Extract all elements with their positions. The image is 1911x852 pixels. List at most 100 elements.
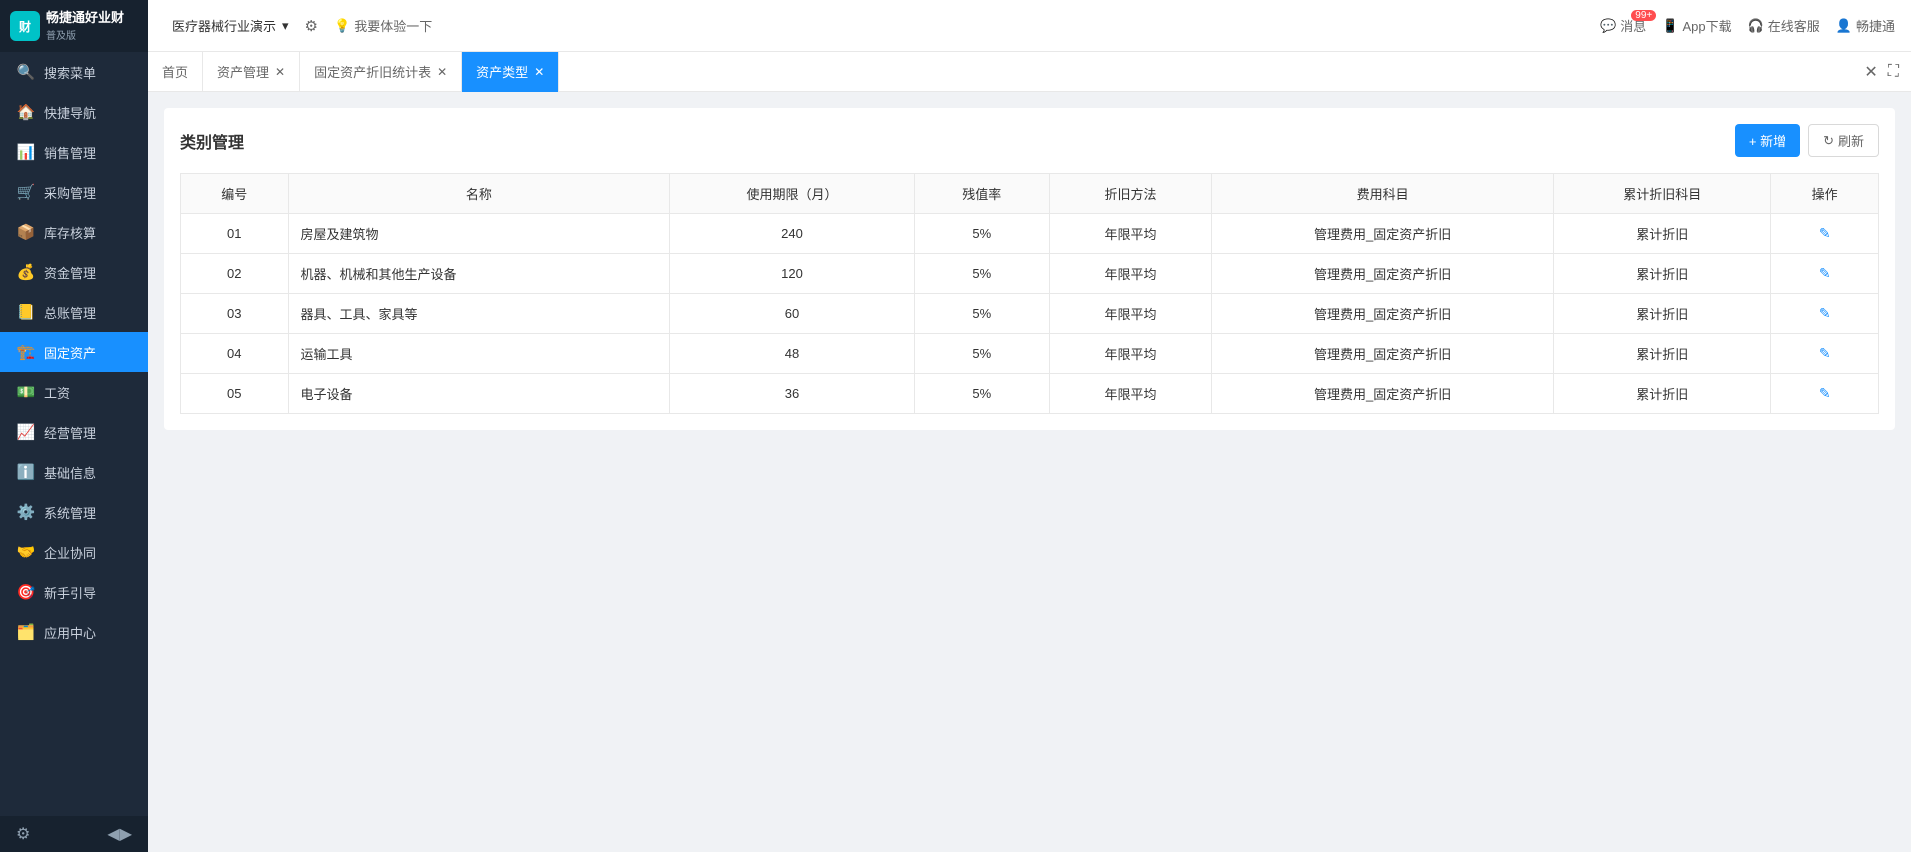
maximize-window-icon[interactable]: ⛶ bbox=[1888, 63, 1899, 81]
sidebar-item-ledger[interactable]: 📒 总账管理 bbox=[0, 292, 148, 332]
sidebar-item-guide[interactable]: 🎯 新手引导 bbox=[0, 572, 148, 612]
message-action[interactable]: 💬 消息 99+ bbox=[1600, 16, 1646, 35]
experience-label: 我要体验一下 bbox=[354, 16, 432, 35]
sidebar-item-quick-nav[interactable]: 🏠 快捷导航 bbox=[0, 92, 148, 132]
close-window-icon[interactable]: ✕ bbox=[1864, 62, 1877, 82]
refresh-button[interactable]: ↻ 刷新 bbox=[1808, 124, 1879, 157]
sidebar-label-capital: 资金管理 bbox=[44, 263, 96, 282]
col-header: 操作 bbox=[1771, 174, 1879, 214]
app-download-icon: 📱 bbox=[1662, 18, 1678, 34]
data-cell: 60 bbox=[670, 294, 915, 334]
data-cell: 120 bbox=[670, 254, 915, 294]
sidebar-item-purchase[interactable]: 🛒 采购管理 bbox=[0, 172, 148, 212]
app-download-action[interactable]: 📱 App下载 bbox=[1662, 16, 1731, 35]
data-cell: 管理费用_固定资产折旧 bbox=[1212, 214, 1554, 254]
sidebar-item-capital[interactable]: 💰 资金管理 bbox=[0, 252, 148, 292]
edit-icon[interactable]: ✎ bbox=[1819, 225, 1831, 241]
col-header: 名称 bbox=[288, 174, 670, 214]
id-cell: 05 bbox=[181, 374, 289, 414]
sidebar-item-basic-info[interactable]: ℹ️ 基础信息 bbox=[0, 452, 148, 492]
edit-cell[interactable]: ✎ bbox=[1771, 334, 1879, 374]
edit-cell[interactable]: ✎ bbox=[1771, 214, 1879, 254]
data-cell: 5% bbox=[914, 374, 1049, 414]
tab-depreciation[interactable]: 固定资产折旧统计表 ✕ bbox=[300, 52, 462, 92]
edit-icon[interactable]: ✎ bbox=[1819, 305, 1831, 321]
tab-close-asset-type[interactable]: ✕ bbox=[534, 65, 544, 79]
sidebar-icon-search: 🔍 bbox=[16, 62, 36, 82]
col-header: 累计折旧科目 bbox=[1554, 174, 1771, 214]
header-row: 编号名称使用期限（月）残值率折旧方法费用科目累计折旧科目操作 bbox=[181, 174, 1879, 214]
edit-cell[interactable]: ✎ bbox=[1771, 374, 1879, 414]
name-cell: 机器、机械和其他生产设备 bbox=[288, 254, 670, 294]
sidebar-icon-purchase: 🛒 bbox=[16, 182, 36, 202]
sidebar-icon-apps: 🗂️ bbox=[16, 622, 36, 642]
sidebar-item-operations[interactable]: 📈 经营管理 bbox=[0, 412, 148, 452]
col-header: 费用科目 bbox=[1212, 174, 1554, 214]
sidebar-label-operations: 经营管理 bbox=[44, 423, 96, 442]
edit-cell[interactable]: ✎ bbox=[1771, 294, 1879, 334]
data-cell: 5% bbox=[914, 214, 1049, 254]
app-selector-label: 医疗器械行业演示 bbox=[172, 16, 276, 35]
sidebar-bottom: ⚙ ◀▶ bbox=[0, 816, 148, 852]
table-row: 03器具、工具、家具等605%年限平均管理费用_固定资产折旧累计折旧✎ bbox=[181, 294, 1879, 334]
sidebar-item-system[interactable]: ⚙️ 系统管理 bbox=[0, 492, 148, 532]
data-cell: 管理费用_固定资产折旧 bbox=[1212, 294, 1554, 334]
sidebar-icon-ledger: 📒 bbox=[16, 302, 36, 322]
sidebar-icon-capital: 💰 bbox=[16, 262, 36, 282]
sidebar-item-inventory[interactable]: 📦 库存核算 bbox=[0, 212, 148, 252]
header-settings-icon[interactable]: ⚙ bbox=[305, 17, 318, 35]
data-cell: 累计折旧 bbox=[1554, 374, 1771, 414]
app-selector-chevron: ▾ bbox=[282, 18, 289, 34]
page-actions: + 新增 ↻ 刷新 bbox=[1735, 124, 1879, 157]
sidebar-icon-fixed-assets: 🏗️ bbox=[16, 342, 36, 362]
tab-label-asset-mgmt: 资产管理 bbox=[217, 62, 269, 81]
user-avatar[interactable]: 👤 畅捷通 bbox=[1836, 16, 1895, 35]
table-row: 05电子设备365%年限平均管理费用_固定资产折旧累计折旧✎ bbox=[181, 374, 1879, 414]
edit-icon[interactable]: ✎ bbox=[1819, 385, 1831, 401]
user-icon: 👤 bbox=[1836, 18, 1852, 34]
sidebar-label-basic-info: 基础信息 bbox=[44, 463, 96, 482]
sidebar-icon-basic-info: ℹ️ bbox=[16, 462, 36, 482]
sidebar-item-enterprise[interactable]: 🤝 企业协同 bbox=[0, 532, 148, 572]
logo-icon: 财 bbox=[10, 11, 40, 41]
data-table: 编号名称使用期限（月）残值率折旧方法费用科目累计折旧科目操作 01房屋及建筑物2… bbox=[180, 173, 1879, 414]
data-cell: 年限平均 bbox=[1049, 214, 1211, 254]
settings-bottom-icon[interactable]: ⚙ bbox=[16, 824, 30, 844]
tab-close-depreciation[interactable]: ✕ bbox=[437, 65, 447, 79]
logo-sub: 普及版 bbox=[46, 27, 124, 42]
data-cell: 年限平均 bbox=[1049, 334, 1211, 374]
sidebar-label-sales: 销售管理 bbox=[44, 143, 96, 162]
sidebar-icon-salary: 💵 bbox=[16, 382, 36, 402]
page-header: 类别管理 + 新增 ↻ 刷新 bbox=[180, 124, 1879, 157]
page-card: 类别管理 + 新增 ↻ 刷新 编号名称使用期限（月）残值率折旧方法费用科目累计折… bbox=[164, 108, 1895, 430]
table-body: 01房屋及建筑物2405%年限平均管理费用_固定资产折旧累计折旧✎02机器、机械… bbox=[181, 214, 1879, 414]
name-cell: 电子设备 bbox=[288, 374, 670, 414]
sidebar-item-salary[interactable]: 💵 工资 bbox=[0, 372, 148, 412]
collapse-icon[interactable]: ◀▶ bbox=[107, 824, 132, 844]
edit-cell[interactable]: ✎ bbox=[1771, 254, 1879, 294]
sidebar-item-apps[interactable]: 🗂️ 应用中心 bbox=[0, 612, 148, 652]
customer-service-action[interactable]: 🎧 在线客服 bbox=[1748, 16, 1820, 35]
new-button[interactable]: + 新增 bbox=[1735, 124, 1800, 157]
refresh-label: 刷新 bbox=[1838, 131, 1864, 150]
data-cell: 36 bbox=[670, 374, 915, 414]
page-title: 类别管理 bbox=[180, 129, 244, 153]
sidebar-label-enterprise: 企业协同 bbox=[44, 543, 96, 562]
experience-btn[interactable]: 💡 我要体验一下 bbox=[326, 12, 440, 39]
col-header: 编号 bbox=[181, 174, 289, 214]
tab-home[interactable]: 首页 bbox=[148, 52, 203, 92]
tab-label-depreciation: 固定资产折旧统计表 bbox=[314, 62, 431, 81]
tab-asset-type[interactable]: 资产类型✕ bbox=[462, 52, 559, 92]
sidebar-item-search[interactable]: 🔍 搜索菜单 bbox=[0, 52, 148, 92]
edit-icon[interactable]: ✎ bbox=[1819, 345, 1831, 361]
tab-asset-mgmt[interactable]: 资产管理 ✕ bbox=[203, 52, 300, 92]
col-header: 使用期限（月） bbox=[670, 174, 915, 214]
sidebar-item-fixed-assets[interactable]: 🏗️ 固定资产 bbox=[0, 332, 148, 372]
data-cell: 累计折旧 bbox=[1554, 294, 1771, 334]
tab-close-asset-mgmt[interactable]: ✕ bbox=[275, 65, 285, 79]
edit-icon[interactable]: ✎ bbox=[1819, 265, 1831, 281]
col-header: 折旧方法 bbox=[1049, 174, 1211, 214]
sidebar-item-sales[interactable]: 📊 销售管理 bbox=[0, 132, 148, 172]
app-selector[interactable]: 医疗器械行业演示 ▾ bbox=[164, 12, 297, 39]
sidebar-label-search: 搜索菜单 bbox=[44, 63, 96, 82]
